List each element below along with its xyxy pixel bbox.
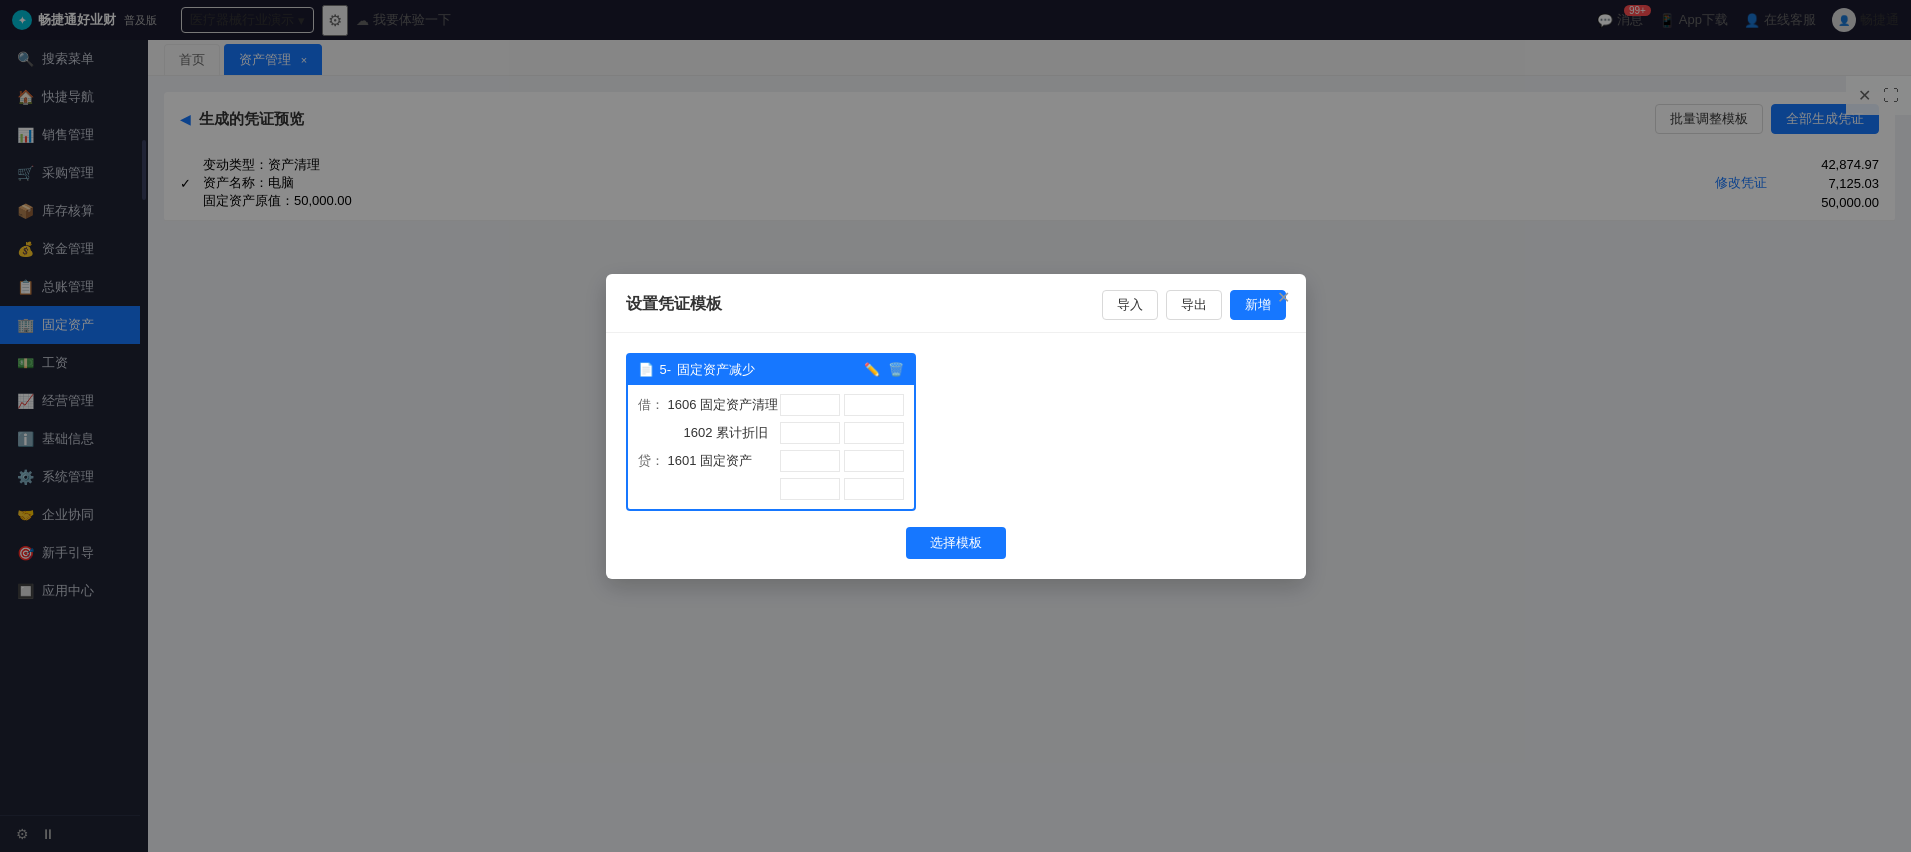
empty-cols — [780, 478, 904, 500]
edit-icon[interactable]: ✏️ — [864, 362, 880, 377]
dialog-header: 设置凭证模板 导入 导出 新增 ✕ — [606, 274, 1306, 333]
delete-icon[interactable]: 🗑️ — [888, 362, 904, 377]
template-name: 固定资产减少 — [677, 361, 755, 379]
debit-col-2b — [844, 422, 904, 444]
content-area: 首页 资产管理 × ✕ ⛶ ◀ 生成的凭证预览 — [148, 40, 1911, 852]
empty-col-b — [844, 478, 904, 500]
select-template-btn[interactable]: 选择模板 — [906, 527, 1006, 559]
credit-cols-1 — [780, 450, 904, 472]
credit-col-1a — [780, 450, 840, 472]
export-btn[interactable]: 导出 — [1166, 290, 1222, 320]
template-id: 5- — [660, 362, 672, 377]
page-content: ✕ ⛶ ◀ 生成的凭证预览 批量调整模板 全部生成凭证 ✓ — [148, 76, 1911, 852]
dialog-body: 📄 5- 固定资产减少 ✏️ 🗑️ — [606, 333, 1306, 579]
template-header-actions: ✏️ 🗑️ — [864, 362, 904, 377]
import-btn[interactable]: 导入 — [1102, 290, 1158, 320]
debit-col-1a — [780, 394, 840, 416]
debit-col-2a — [780, 422, 840, 444]
debit-label: 借： — [638, 396, 668, 414]
credit-entry-1: 贷： 1601 固定资产 — [638, 447, 904, 475]
dialog-overlay: 设置凭证模板 导入 导出 新增 ✕ — [148, 76, 1911, 852]
debit-label-row: 借： 1606 固定资产清理 — [638, 391, 904, 419]
debit-cols-1 — [780, 394, 904, 416]
dialog-close-btn[interactable]: ✕ — [1277, 288, 1290, 307]
template-dialog: 设置凭证模板 导入 导出 新增 ✕ — [606, 274, 1306, 579]
debit-account-1: 1606 固定资产清理 — [668, 396, 780, 414]
template-card-header: 📄 5- 固定资产减少 ✏️ 🗑️ — [628, 355, 914, 385]
debit-col-1b — [844, 394, 904, 416]
credit-account-1: 1601 固定资产 — [668, 452, 780, 470]
credit-label: 贷： — [638, 452, 668, 470]
debit-entry-2: 1602 累计折旧 — [638, 419, 904, 447]
dialog-header-actions: 导入 导出 新增 — [1102, 290, 1286, 320]
template-card: 📄 5- 固定资产减少 ✏️ 🗑️ — [626, 353, 916, 511]
empty-entry — [638, 475, 904, 503]
debit-cols-2 — [780, 422, 904, 444]
template-card-body: 借： 1606 固定资产清理 — [628, 385, 914, 509]
credit-col-1b — [844, 450, 904, 472]
debit-account-2: 1602 累计折旧 — [668, 424, 780, 442]
empty-col-a — [780, 478, 840, 500]
dialog-title: 设置凭证模板 — [626, 294, 722, 315]
template-doc-icon: 📄 — [638, 362, 654, 377]
